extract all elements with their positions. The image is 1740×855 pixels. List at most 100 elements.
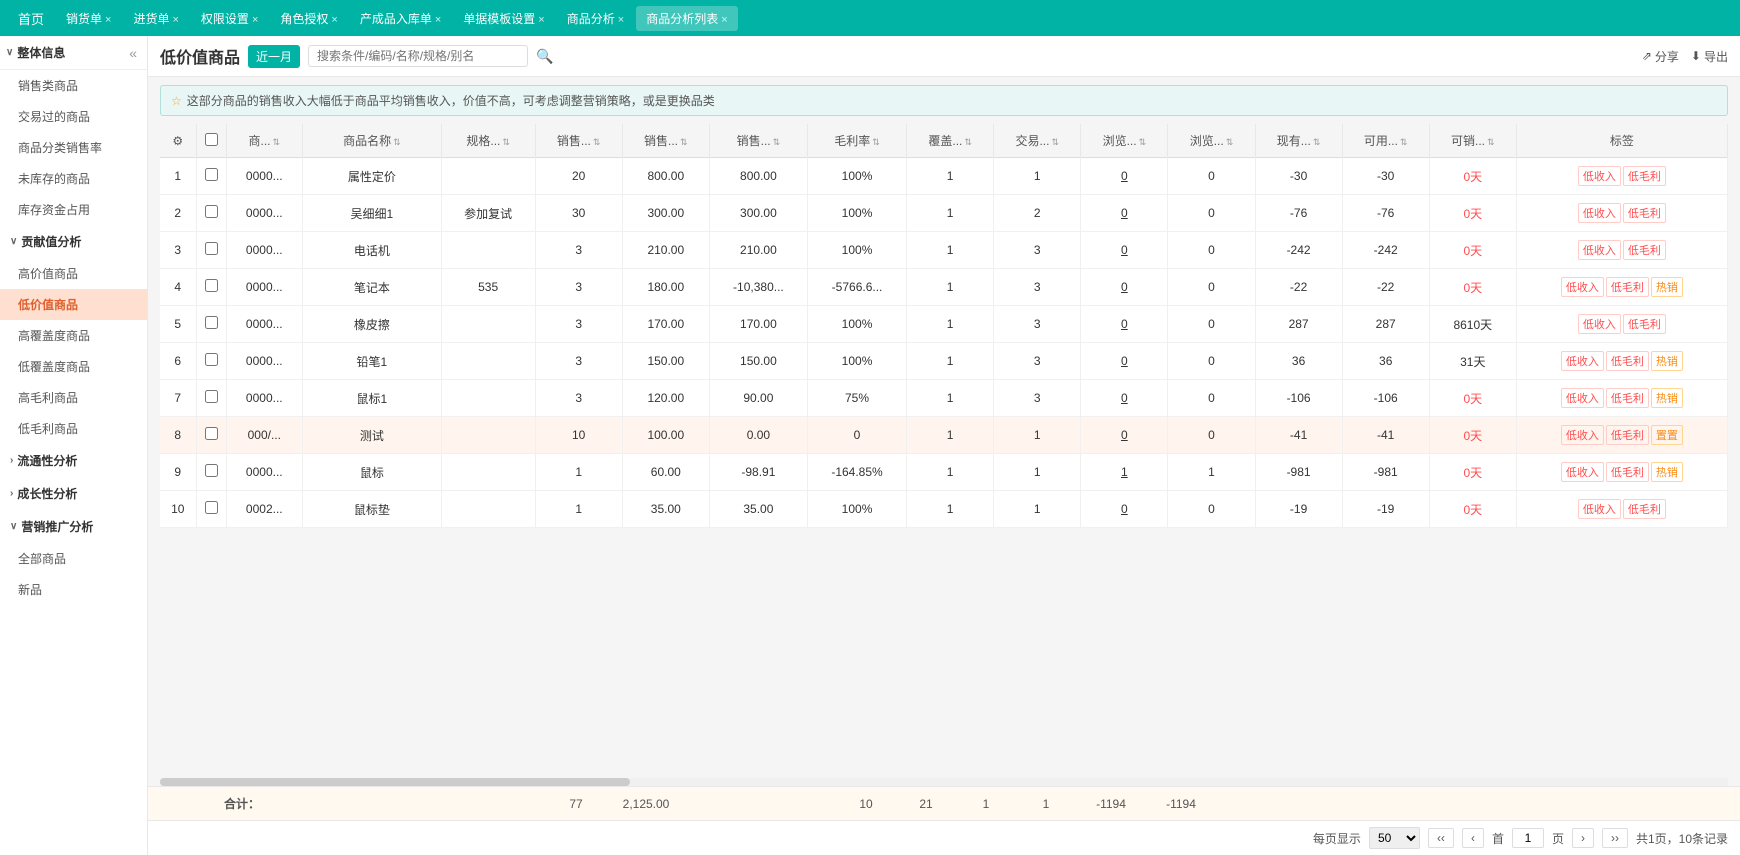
page-input[interactable] xyxy=(1512,828,1544,848)
cell-checkbox[interactable] xyxy=(196,195,226,232)
scrollbar-thumb[interactable] xyxy=(160,778,630,786)
sidebar-flow-group[interactable]: › 流通性分析 xyxy=(0,444,147,477)
sidebar-contribution-group[interactable]: ∨ 贡献值分析 xyxy=(0,225,147,258)
col-name[interactable]: 商品名称⇅ xyxy=(303,124,442,158)
cell-browse1[interactable]: 0 xyxy=(1081,417,1168,454)
browse1-link[interactable]: 0 xyxy=(1121,391,1128,405)
col-trade[interactable]: 交易...⇅ xyxy=(994,124,1081,158)
browse1-link[interactable]: 0 xyxy=(1121,354,1128,368)
row-checkbox[interactable] xyxy=(205,427,218,440)
row-checkbox[interactable] xyxy=(205,168,218,181)
row-checkbox[interactable] xyxy=(205,279,218,292)
prev-page-btn[interactable]: ‹ xyxy=(1462,828,1484,848)
sidebar-item-low-profit[interactable]: 低毛利商品 xyxy=(0,413,147,444)
sidebar-item-high-value[interactable]: 高价值商品 xyxy=(0,258,147,289)
sidebar-item-all-goods[interactable]: 全部商品 xyxy=(0,543,147,574)
sidebar-item-sales-goods[interactable]: 销售类商品 xyxy=(0,70,147,101)
col-s3[interactable]: 销售...⇅ xyxy=(709,124,807,158)
sidebar-collapse-btn[interactable]: « xyxy=(129,45,137,61)
cell-checkbox[interactable] xyxy=(196,417,226,454)
per-page-select[interactable]: 50 100 200 xyxy=(1369,827,1420,849)
sidebar-growth-group[interactable]: › 成长性分析 xyxy=(0,477,147,510)
row-checkbox[interactable] xyxy=(205,316,218,329)
nav-goods-analysis[interactable]: 商品分析× xyxy=(557,6,634,31)
row-checkbox[interactable] xyxy=(205,242,218,255)
col-code[interactable]: 商...⇅ xyxy=(226,124,303,158)
cell-browse1[interactable]: 0 xyxy=(1081,269,1168,306)
date-filter-btn[interactable]: 近一月 xyxy=(248,45,300,68)
row-checkbox[interactable] xyxy=(205,205,218,218)
sidebar-item-traded-goods[interactable]: 交易过的商品 xyxy=(0,101,147,132)
share-btn[interactable]: ⇗ 分享 xyxy=(1642,48,1679,65)
browse1-link[interactable]: 0 xyxy=(1121,243,1128,257)
sidebar-item-high-coverage[interactable]: 高覆盖度商品 xyxy=(0,320,147,351)
browse1-link[interactable]: 0 xyxy=(1121,428,1128,442)
nav-role[interactable]: 角色授权× xyxy=(270,6,347,31)
row-checkbox[interactable] xyxy=(205,353,218,366)
col-saledays[interactable]: 可销...⇅ xyxy=(1429,124,1516,158)
cell-checkbox[interactable] xyxy=(196,343,226,380)
sidebar-item-low-value[interactable]: 低价值商品 xyxy=(0,289,147,320)
cell-browse1[interactable]: 0 xyxy=(1081,158,1168,195)
browse1-link[interactable]: 0 xyxy=(1121,206,1128,220)
cell-browse1[interactable]: 0 xyxy=(1081,491,1168,528)
horizontal-scrollbar[interactable] xyxy=(160,778,1728,786)
nav-goods-list[interactable]: 商品分析列表× xyxy=(636,6,737,31)
row-checkbox[interactable] xyxy=(205,390,218,403)
cell-checkbox[interactable] xyxy=(196,269,226,306)
cell-checkbox[interactable] xyxy=(196,158,226,195)
table-row: 5 0000... 橡皮擦 3 170.00 170.00 100% 1 3 0… xyxy=(160,306,1728,343)
col-s2[interactable]: 销售...⇅ xyxy=(622,124,709,158)
browse1-link[interactable]: 0 xyxy=(1121,169,1128,183)
cell-checkbox[interactable] xyxy=(196,232,226,269)
nav-purchase[interactable]: 进货单× xyxy=(123,6,188,31)
col-stock[interactable]: 现有...⇅ xyxy=(1255,124,1342,158)
select-all-checkbox[interactable] xyxy=(205,133,218,146)
sidebar-item-stock-capital[interactable]: 库存资金占用 xyxy=(0,194,147,225)
sidebar-item-low-coverage[interactable]: 低覆盖度商品 xyxy=(0,351,147,382)
sidebar-item-high-profit[interactable]: 高毛利商品 xyxy=(0,382,147,413)
browse1-link[interactable]: 0 xyxy=(1121,280,1128,294)
row-checkbox[interactable] xyxy=(205,464,218,477)
cell-browse1[interactable]: 0 xyxy=(1081,380,1168,417)
last-page-btn[interactable]: ›› xyxy=(1602,828,1628,848)
col-gross[interactable]: 毛利率⇅ xyxy=(807,124,906,158)
nav-permission[interactable]: 权限设置× xyxy=(191,6,268,31)
sidebar-item-category-rate[interactable]: 商品分类销售率 xyxy=(0,132,147,163)
nav-home[interactable]: 首页 xyxy=(8,5,54,32)
row-checkbox[interactable] xyxy=(205,501,218,514)
sidebar-item-new-goods[interactable]: 新品 xyxy=(0,574,147,605)
sidebar-item-no-stock[interactable]: 未库存的商品 xyxy=(0,163,147,194)
cell-checkbox[interactable] xyxy=(196,491,226,528)
search-input[interactable] xyxy=(308,45,528,67)
cell-browse1[interactable]: 0 xyxy=(1081,232,1168,269)
cell-checkbox[interactable] xyxy=(196,380,226,417)
info-icon: ☆ xyxy=(171,94,182,108)
col-cover[interactable]: 覆盖...⇅ xyxy=(907,124,994,158)
cell-checkbox[interactable] xyxy=(196,454,226,491)
col-s1[interactable]: 销售...⇅ xyxy=(535,124,622,158)
cell-browse1[interactable]: 0 xyxy=(1081,195,1168,232)
cell-browse1[interactable]: 0 xyxy=(1081,306,1168,343)
nav-product-storage[interactable]: 产成品入库单× xyxy=(350,6,451,31)
first-page-btn[interactable]: ‹‹ xyxy=(1428,828,1454,848)
browse1-link[interactable]: 0 xyxy=(1121,317,1128,331)
col-browse2[interactable]: 浏览...⇅ xyxy=(1168,124,1255,158)
next-page-btn[interactable]: › xyxy=(1572,828,1594,848)
cell-checkbox[interactable] xyxy=(196,306,226,343)
col-spec[interactable]: 规格...⇅ xyxy=(441,124,535,158)
browse1-link[interactable]: 0 xyxy=(1121,502,1128,516)
col-browse1[interactable]: 浏览...⇅ xyxy=(1081,124,1168,158)
sidebar-marketing-group[interactable]: ∨ 营销推广分析 xyxy=(0,510,147,543)
col-checkbox[interactable] xyxy=(196,124,226,158)
export-btn[interactable]: ⬇ 导出 xyxy=(1691,48,1728,65)
col-settings[interactable]: ⚙ xyxy=(160,124,196,158)
cell-browse1[interactable]: 0 xyxy=(1081,343,1168,380)
browse1-link[interactable]: 1 xyxy=(1121,465,1128,479)
cell-index: 5 xyxy=(160,306,196,343)
nav-sales[interactable]: 销货单× xyxy=(56,6,121,31)
search-icon[interactable]: 🔍 xyxy=(536,48,553,65)
nav-template[interactable]: 单据模板设置× xyxy=(453,6,554,31)
col-avail[interactable]: 可用...⇅ xyxy=(1342,124,1429,158)
cell-browse1[interactable]: 1 xyxy=(1081,454,1168,491)
